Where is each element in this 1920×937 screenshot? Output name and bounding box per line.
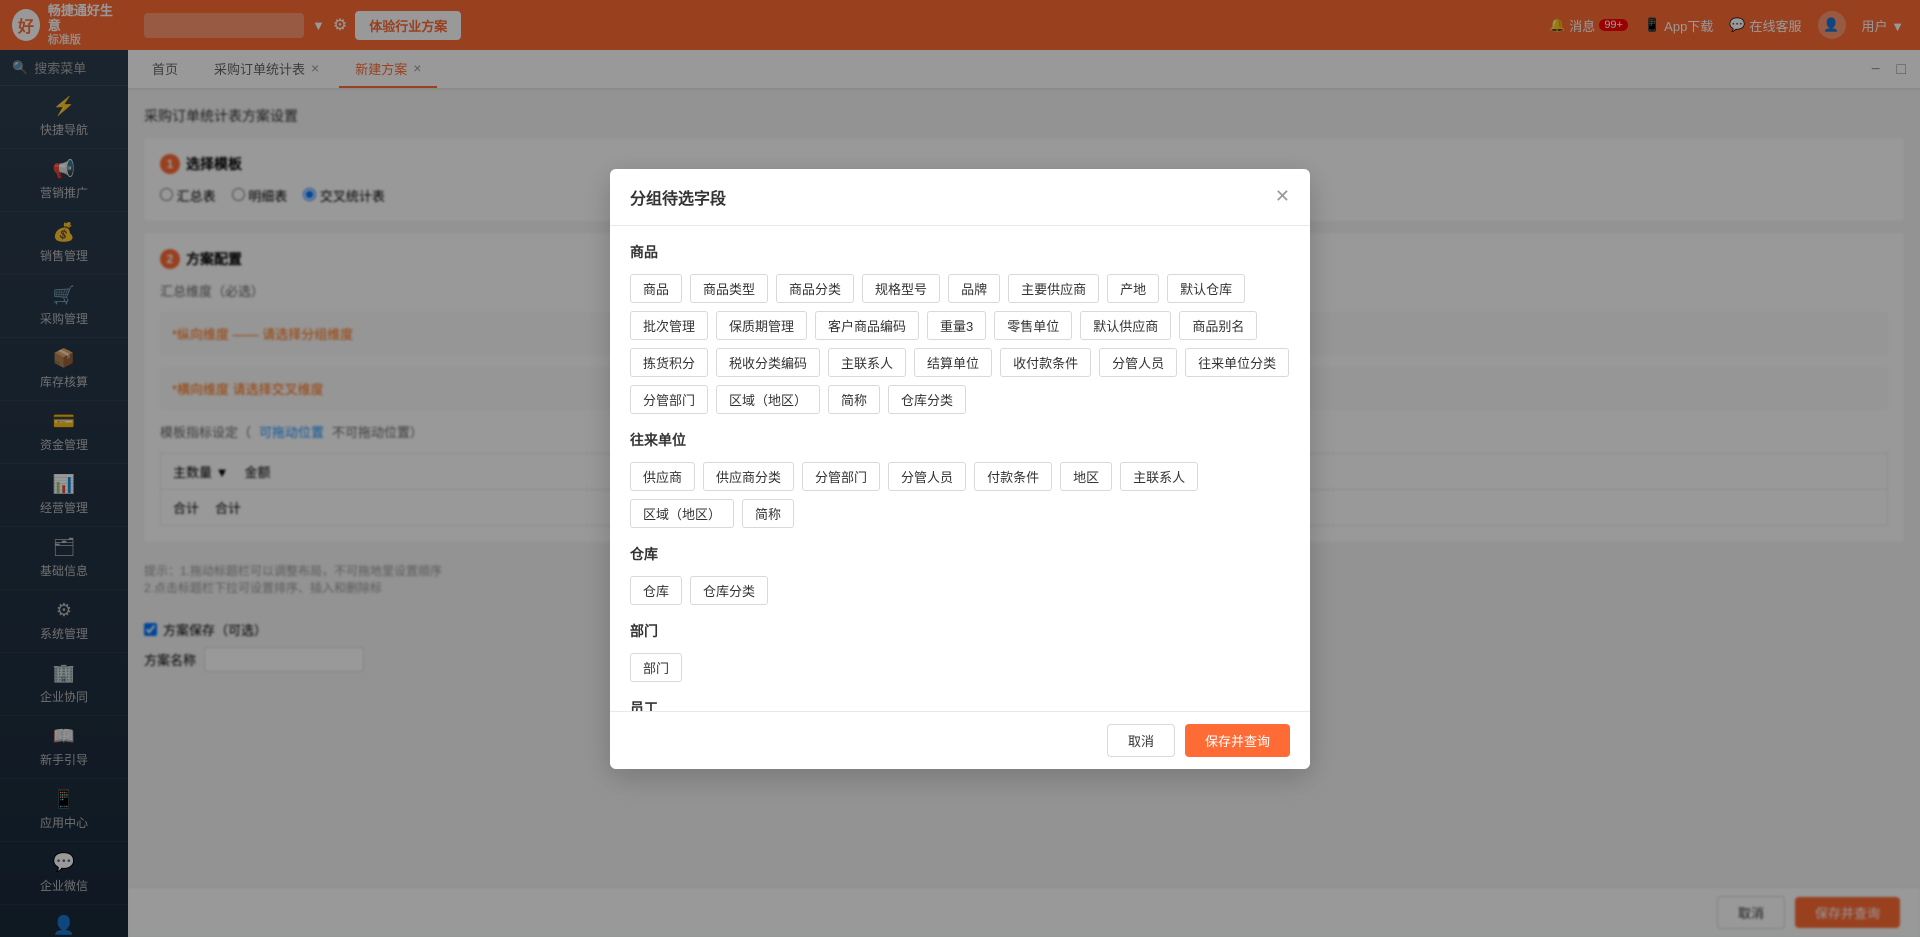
tag-product-20[interactable]: 分管人员 xyxy=(1099,348,1177,377)
tag-partner-6[interactable]: 主联系人 xyxy=(1120,462,1198,491)
modal-header: 分组待选字段 ✕ xyxy=(610,169,1310,226)
tag-grid-product: 商品商品类型商品分类规格型号品牌主要供应商产地默认仓库批次管理保质期管理客户商品… xyxy=(630,274,1290,414)
tag-product-13[interactable]: 默认供应商 xyxy=(1080,311,1171,340)
modal-title: 分组待选字段 xyxy=(630,185,726,209)
tag-product-4[interactable]: 品牌 xyxy=(948,274,1000,303)
modal-body[interactable]: 商品商品商品类型商品分类规格型号品牌主要供应商产地默认仓库批次管理保质期管理客户… xyxy=(610,226,1310,711)
modal: 分组待选字段 ✕ 商品商品商品类型商品分类规格型号品牌主要供应商产地默认仓库批次… xyxy=(610,169,1310,769)
tag-product-6[interactable]: 产地 xyxy=(1107,274,1159,303)
tag-partner-7[interactable]: 区域（地区） xyxy=(630,499,734,528)
tag-product-15[interactable]: 拣货积分 xyxy=(630,348,708,377)
tag-product-11[interactable]: 重量3 xyxy=(927,311,986,340)
tag-partner-2[interactable]: 分管部门 xyxy=(802,462,880,491)
modal-confirm-btn[interactable]: 保存并查询 xyxy=(1185,724,1290,757)
tag-product-0[interactable]: 商品 xyxy=(630,274,682,303)
tag-partner-8[interactable]: 简称 xyxy=(742,499,794,528)
tag-product-21[interactable]: 往来单位分类 xyxy=(1185,348,1289,377)
section-title-department: 部门 xyxy=(630,621,1290,641)
tag-product-25[interactable]: 仓库分类 xyxy=(888,385,966,414)
modal-cancel-btn[interactable]: 取消 xyxy=(1107,724,1175,757)
tag-product-2[interactable]: 商品分类 xyxy=(776,274,854,303)
tag-product-16[interactable]: 税收分类编码 xyxy=(716,348,820,377)
tag-warehouse-0[interactable]: 仓库 xyxy=(630,576,682,605)
tag-warehouse-1[interactable]: 仓库分类 xyxy=(690,576,768,605)
section-title-partner: 往来单位 xyxy=(630,430,1290,450)
tag-product-23[interactable]: 区域（地区） xyxy=(716,385,820,414)
modal-footer: 取消 保存并查询 xyxy=(610,711,1310,769)
tag-partner-4[interactable]: 付款条件 xyxy=(974,462,1052,491)
section-title-product: 商品 xyxy=(630,242,1290,262)
tag-partner-5[interactable]: 地区 xyxy=(1060,462,1112,491)
tag-product-24[interactable]: 简称 xyxy=(828,385,880,414)
tag-department-0[interactable]: 部门 xyxy=(630,653,682,682)
tag-partner-1[interactable]: 供应商分类 xyxy=(703,462,794,491)
tag-grid-department: 部门 xyxy=(630,653,1290,682)
modal-close-btn[interactable]: ✕ xyxy=(1275,186,1290,207)
tag-partner-0[interactable]: 供应商 xyxy=(630,462,695,491)
tag-product-8[interactable]: 批次管理 xyxy=(630,311,708,340)
tag-product-17[interactable]: 主联系人 xyxy=(828,348,906,377)
tag-product-9[interactable]: 保质期管理 xyxy=(716,311,807,340)
tag-product-5[interactable]: 主要供应商 xyxy=(1008,274,1099,303)
tag-product-10[interactable]: 客户商品编码 xyxy=(815,311,919,340)
tag-product-1[interactable]: 商品类型 xyxy=(690,274,768,303)
tag-product-19[interactable]: 收付款条件 xyxy=(1000,348,1091,377)
tag-product-18[interactable]: 结算单位 xyxy=(914,348,992,377)
tag-grid-partner: 供应商供应商分类分管部门分管人员付款条件地区主联系人区域（地区） 简称 xyxy=(630,462,1290,528)
tag-product-12[interactable]: 零售单位 xyxy=(994,311,1072,340)
tag-partner-3[interactable]: 分管人员 xyxy=(888,462,966,491)
section-title-warehouse: 仓库 xyxy=(630,544,1290,564)
tag-product-22[interactable]: 分管部门 xyxy=(630,385,708,414)
tag-product-7[interactable]: 默认仓库 xyxy=(1167,274,1245,303)
section-title-employee: 员工 xyxy=(630,698,1290,711)
tag-grid-warehouse: 仓库仓库分类 xyxy=(630,576,1290,605)
tag-product-3[interactable]: 规格型号 xyxy=(862,274,940,303)
tag-product-14[interactable]: 商品别名 xyxy=(1179,311,1257,340)
